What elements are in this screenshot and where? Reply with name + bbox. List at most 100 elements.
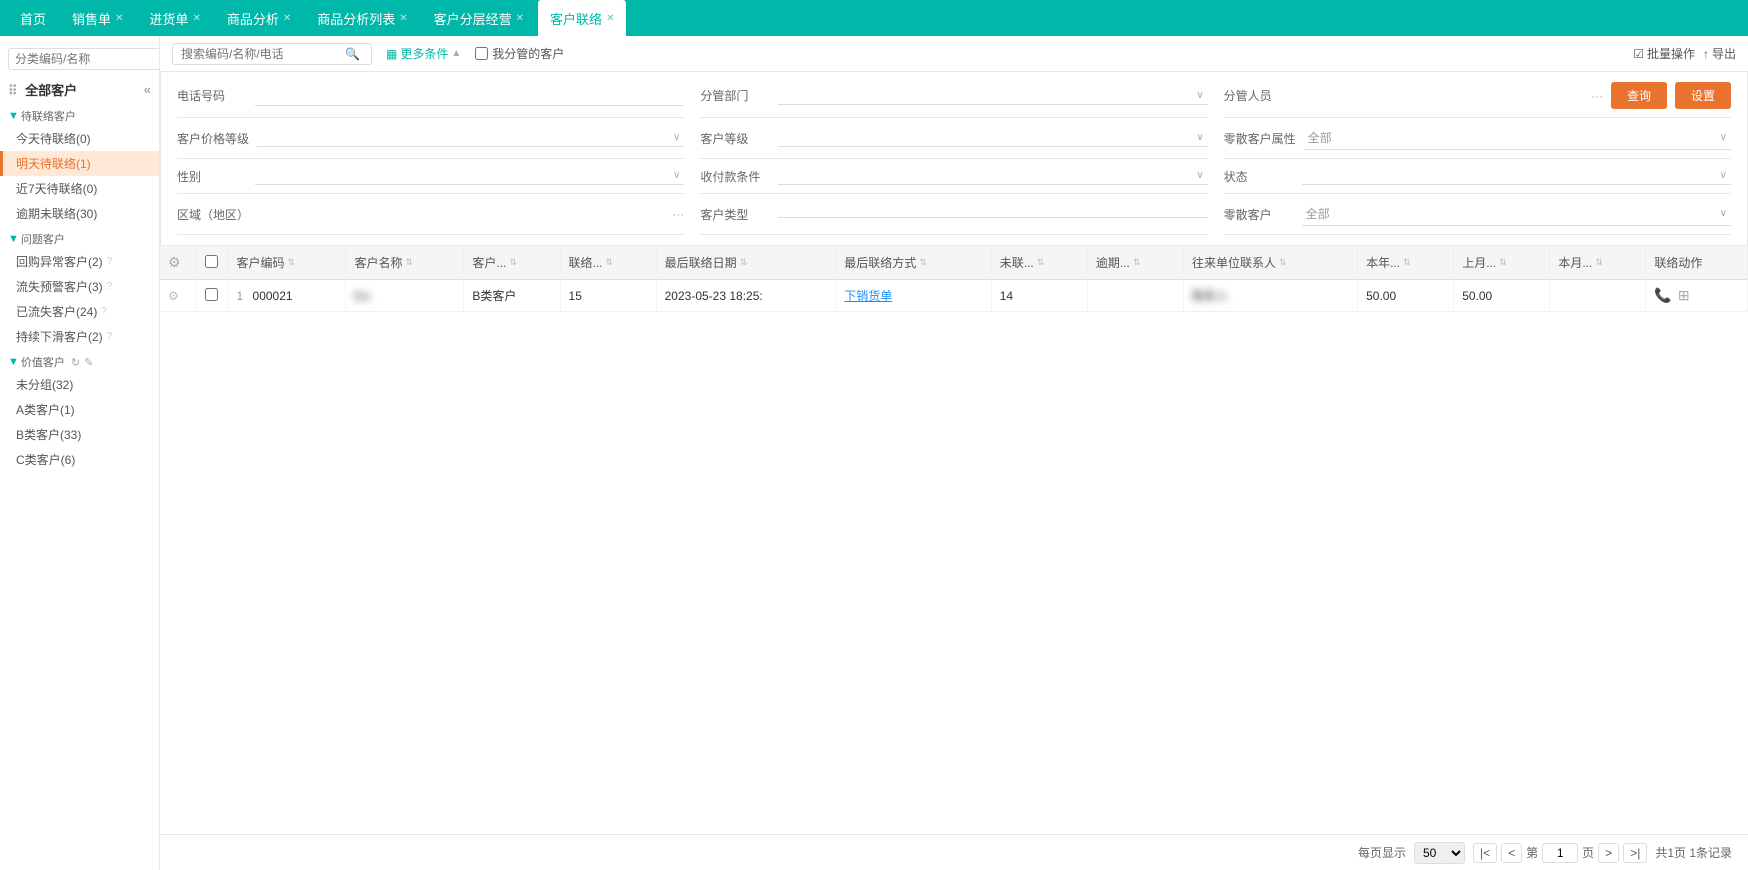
- sort-contact-icon[interactable]: ⇅: [606, 257, 614, 268]
- sidebar-all-customers[interactable]: ⠿ 全部客户 «: [0, 74, 159, 103]
- nav-product-analysis[interactable]: 商品分析 ✕: [215, 0, 303, 36]
- sidebar-item-ungrouped[interactable]: 未分组(32): [0, 372, 159, 397]
- sidebar-item-churn-warning[interactable]: 流失预警客户(3) ?: [0, 274, 159, 299]
- sort-method-icon[interactable]: ⇅: [919, 257, 927, 268]
- search-icon[interactable]: 🔍: [345, 47, 360, 61]
- help-icon-1[interactable]: ?: [107, 256, 113, 267]
- nav-home[interactable]: 首页: [8, 0, 58, 36]
- setting-btn[interactable]: 设置: [1675, 82, 1731, 109]
- prev-page-btn[interactable]: <: [1501, 843, 1522, 863]
- help-icon-4[interactable]: ?: [107, 331, 113, 342]
- sidebar-item-tomorrow-pending[interactable]: 明天待联络(1): [0, 151, 159, 176]
- sort-not-contacted-icon[interactable]: ⇅: [1037, 257, 1045, 268]
- sort-code-icon[interactable]: ⇅: [288, 257, 296, 268]
- filter-area: 区域（地区） ···: [177, 202, 684, 235]
- sidebar-item-declining[interactable]: 持续下滑客户(2) ?: [0, 324, 159, 349]
- sidebar-item-abnormal-repurchase[interactable]: 回购异常客户(2) ?: [0, 249, 159, 274]
- select-all-checkbox[interactable]: [205, 255, 218, 268]
- sidebar-item-class-b[interactable]: B类客户(33): [0, 422, 159, 447]
- nav-customer-contact[interactable]: 客户联络 ✕: [538, 0, 626, 36]
- sidebar-group-pending: ▼ 待联络客户: [0, 103, 159, 126]
- query-btn[interactable]: 查询: [1611, 82, 1667, 109]
- table-row: ⚙ 1 000021 Ea B类客户: [160, 280, 1748, 312]
- sidebar-item-class-a[interactable]: A类客户(1): [0, 397, 159, 422]
- first-page-btn[interactable]: |<: [1473, 843, 1497, 863]
- close-purchase-icon[interactable]: ✕: [192, 13, 200, 24]
- search-input[interactable]: [181, 47, 341, 61]
- sort-unit-contact-icon[interactable]: ⇅: [1279, 257, 1287, 268]
- top-nav: 首页 销售单 ✕ 进货单 ✕ 商品分析 ✕ 商品分析列表 ✕ 客户分层经营 ✕ …: [0, 0, 1748, 36]
- next-page-btn[interactable]: >: [1598, 843, 1619, 863]
- customer-level-arrow: ∨: [1196, 132, 1203, 143]
- row-checkbox[interactable]: [205, 288, 218, 301]
- gear-icon[interactable]: ⚙: [168, 254, 181, 270]
- collapse-icon[interactable]: «: [144, 82, 151, 97]
- filter-icon: ▦: [386, 47, 397, 61]
- grid-action-icon[interactable]: ⊞: [1678, 287, 1690, 304]
- close-sales-icon[interactable]: ✕: [115, 13, 123, 24]
- dept-dropdown-arrow: ∨: [1196, 90, 1203, 101]
- status-select[interactable]: ∨: [1302, 167, 1731, 185]
- td-overdue: [1087, 280, 1183, 312]
- customer-name-value: Ea: [354, 289, 369, 303]
- refresh-icon[interactable]: ↻: [71, 356, 80, 369]
- sidebar-search-area: 🔍: [0, 44, 159, 74]
- sidebar-item-class-c[interactable]: C类客户(6): [0, 447, 159, 472]
- sidebar-item-today-pending[interactable]: 今天待联络(0): [0, 126, 159, 151]
- close-product-analysis-list-icon[interactable]: ✕: [399, 13, 407, 24]
- th-overdue: 逾期... ⇅: [1087, 246, 1183, 280]
- export-btn[interactable]: ↑ 导出: [1703, 45, 1736, 62]
- batch-op-btn[interactable]: ☑ 批量操作: [1633, 45, 1695, 62]
- close-customer-tier-icon[interactable]: ✕: [516, 13, 524, 24]
- contact-method-link[interactable]: 下销货单: [844, 289, 892, 303]
- sidebar-item-7days-pending[interactable]: 近7天待联络(0): [0, 176, 159, 201]
- edit-icon[interactable]: ✎: [84, 356, 93, 369]
- nav-purchase[interactable]: 进货单 ✕: [137, 0, 212, 36]
- gender-select[interactable]: ∨: [255, 167, 684, 185]
- price-level-select[interactable]: ∨: [257, 129, 684, 147]
- sort-last-month-icon[interactable]: ⇅: [1499, 257, 1507, 268]
- search-box: 🔍: [172, 43, 372, 65]
- retail-attr-select[interactable]: 全部 ∨: [1304, 126, 1731, 150]
- sidebar-group-value: ▼ 价值客户 ↻ ✎: [0, 349, 159, 372]
- phone-input[interactable]: [255, 85, 684, 106]
- page-size-select[interactable]: 50 100 200: [1414, 842, 1465, 864]
- content-area: 🔍 ▦ 更多条件 ▲ 我分管的客户 ☑ 批量操作 ↑ 导出: [160, 36, 1748, 870]
- my-customers-checkbox-label[interactable]: 我分管的客户: [475, 45, 564, 62]
- help-icon-2[interactable]: ?: [107, 281, 113, 292]
- payment-select[interactable]: ∨: [778, 167, 1207, 185]
- phone-action-icon[interactable]: 📞: [1654, 287, 1671, 304]
- sort-this-month-icon[interactable]: ⇅: [1595, 257, 1603, 268]
- nav-sales[interactable]: 销售单 ✕: [60, 0, 135, 36]
- nav-customer-tier[interactable]: 客户分层经营 ✕: [422, 0, 536, 36]
- sidebar-item-churned[interactable]: 已流失客户(24) ?: [0, 299, 159, 324]
- sort-overdue-icon[interactable]: ⇅: [1133, 257, 1141, 268]
- close-product-analysis-icon[interactable]: ✕: [283, 13, 291, 24]
- sidebar-item-overdue-pending[interactable]: 逾期未联络(30): [0, 201, 159, 226]
- sidebar-search-input[interactable]: [8, 48, 160, 70]
- sort-type-icon[interactable]: ⇅: [509, 257, 517, 268]
- customer-type-select[interactable]: [778, 211, 1207, 218]
- page-number-input[interactable]: [1542, 843, 1578, 863]
- filter-dept: 分管部门 ∨: [700, 82, 1207, 118]
- retail-attr-arrow: ∨: [1720, 132, 1727, 143]
- last-page-btn[interactable]: >|: [1623, 843, 1647, 863]
- settings-row-icon[interactable]: ⚙: [168, 289, 179, 303]
- help-icon-3[interactable]: ?: [101, 306, 107, 317]
- sort-last-date-icon[interactable]: ⇅: [740, 257, 748, 268]
- more-filter-btn[interactable]: ▦ 更多条件 ▲: [380, 42, 467, 65]
- retail-customer-select[interactable]: 全部 ∨: [1302, 202, 1731, 226]
- filter-dropdown-arrow: ▲: [451, 48, 461, 59]
- customer-level-select[interactable]: ∨: [778, 129, 1207, 147]
- close-customer-contact-icon[interactable]: ✕: [606, 13, 614, 24]
- th-last-contact-date: 最后联络日期 ⇅: [656, 246, 836, 280]
- sort-name-icon[interactable]: ⇅: [405, 257, 413, 268]
- sort-year-icon[interactable]: ⇅: [1403, 257, 1411, 268]
- th-customer-type: 客户... ⇅: [464, 246, 560, 280]
- area-dots[interactable]: ···: [672, 207, 684, 221]
- manager-dots[interactable]: ···: [1591, 89, 1603, 103]
- dept-select[interactable]: ∨: [778, 87, 1207, 105]
- my-customers-checkbox[interactable]: [475, 47, 488, 60]
- status-arrow: ∨: [1720, 170, 1727, 181]
- nav-product-analysis-list[interactable]: 商品分析列表 ✕: [305, 0, 419, 36]
